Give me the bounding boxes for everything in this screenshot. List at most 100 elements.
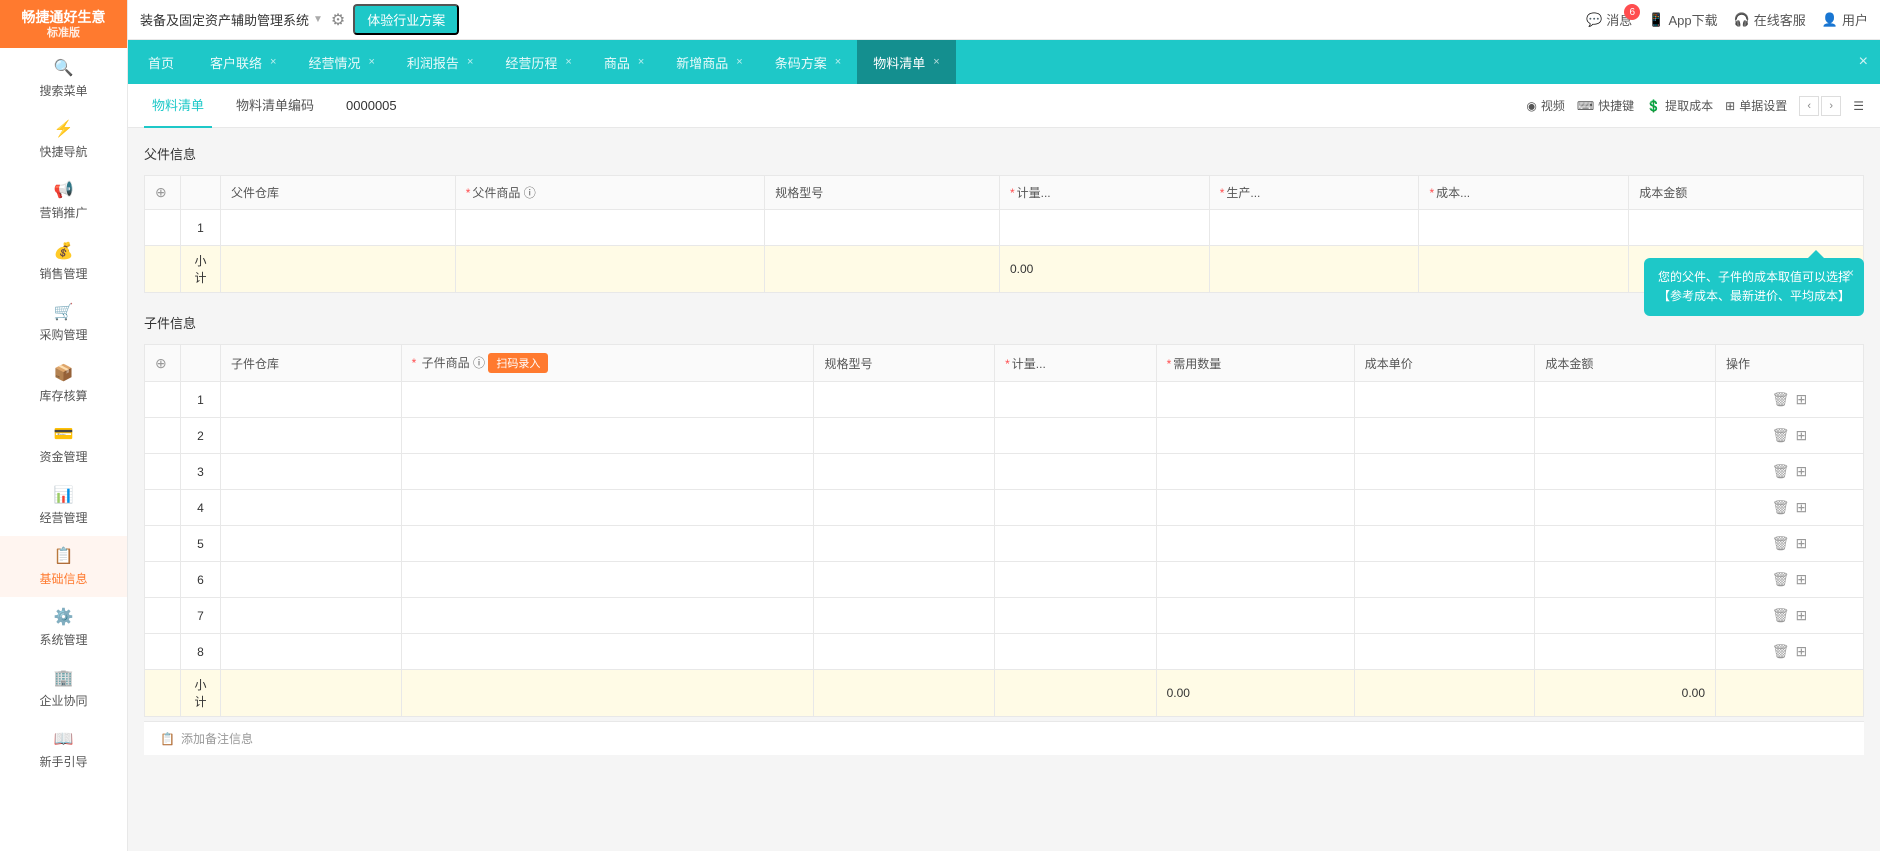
sidebar-item-basic-info[interactable]: 📋 基础信息 — [0, 536, 127, 597]
child-row-unit[interactable] — [995, 526, 1156, 562]
delete-row-icon[interactable]: 🗑 — [1772, 571, 1790, 588]
tab-barcode[interactable]: 条码方案 × — [759, 40, 857, 84]
child-row-warehouse[interactable] — [221, 382, 402, 418]
child-row-goods[interactable] — [401, 526, 814, 562]
child-row-unit[interactable] — [995, 598, 1156, 634]
child-row-warehouse[interactable] — [221, 634, 402, 670]
tooltip-close-button[interactable]: × — [1847, 264, 1854, 283]
sub-tab-bom-code[interactable]: 物料清单编码 — [228, 84, 322, 128]
child-row-unit[interactable] — [995, 490, 1156, 526]
parent-row-goods[interactable] — [455, 210, 765, 246]
child-row-spec[interactable] — [814, 454, 995, 490]
tab-profit-close[interactable]: × — [467, 56, 473, 68]
child-row-qty[interactable] — [1156, 418, 1354, 454]
parent-row-produce[interactable] — [1209, 210, 1419, 246]
sidebar-item-inventory[interactable]: 📦 库存核算 — [0, 353, 127, 414]
sidebar-item-system[interactable]: ⚙️ 系统管理 — [0, 597, 127, 658]
child-row-warehouse[interactable] — [221, 526, 402, 562]
child-row-unit[interactable] — [995, 418, 1156, 454]
copy-row-icon[interactable]: ⊞ — [1796, 571, 1808, 588]
child-row-unit-cost[interactable] — [1354, 634, 1535, 670]
child-row-goods[interactable] — [401, 598, 814, 634]
delete-row-icon[interactable]: 🗑 — [1772, 499, 1790, 516]
tab-ops-close[interactable]: × — [368, 56, 374, 68]
child-row-spec[interactable] — [814, 598, 995, 634]
child-row-goods[interactable] — [401, 382, 814, 418]
child-row-spec[interactable] — [814, 490, 995, 526]
copy-row-icon[interactable]: ⊞ — [1796, 535, 1808, 552]
child-row-goods[interactable] — [401, 418, 814, 454]
sidebar-item-guide[interactable]: 📖 新手引导 — [0, 719, 127, 780]
child-row-unit-cost[interactable] — [1354, 562, 1535, 598]
child-row-unit-cost[interactable] — [1354, 526, 1535, 562]
parent-row-unit[interactable] — [999, 210, 1209, 246]
child-row-warehouse[interactable] — [221, 598, 402, 634]
sidebar-item-operations[interactable]: 📊 经营管理 — [0, 475, 127, 536]
child-row-unit[interactable] — [995, 634, 1156, 670]
tab-new-goods-close[interactable]: × — [736, 56, 742, 68]
copy-row-icon[interactable]: ⊞ — [1796, 391, 1808, 408]
tab-goods[interactable]: 商品 × — [588, 40, 660, 84]
child-row-warehouse[interactable] — [221, 490, 402, 526]
child-row-unit-cost[interactable] — [1354, 382, 1535, 418]
online-service-button[interactable]: 🎧 在线客服 — [1734, 10, 1806, 29]
tab-customer-close[interactable]: × — [270, 56, 276, 68]
child-row-qty[interactable] — [1156, 382, 1354, 418]
child-row-goods[interactable] — [401, 490, 814, 526]
child-row-qty[interactable] — [1156, 634, 1354, 670]
delete-row-icon[interactable]: 🗑 — [1772, 643, 1790, 660]
child-settings-icon[interactable]: ⊕ — [155, 355, 167, 371]
tab-biz-history[interactable]: 经营历程 × — [489, 40, 587, 84]
tab-home[interactable]: 首页 — [128, 40, 194, 84]
user-button[interactable]: 👤 用户 — [1822, 10, 1868, 29]
child-row-qty[interactable] — [1156, 598, 1354, 634]
child-row-unit-cost[interactable] — [1354, 490, 1535, 526]
delete-row-icon[interactable]: 🗑 — [1772, 427, 1790, 444]
child-row-unit[interactable] — [995, 382, 1156, 418]
tab-barcode-close[interactable]: × — [835, 56, 841, 68]
child-row-unit-cost[interactable] — [1354, 454, 1535, 490]
gear-settings-icon[interactable]: ⚙ — [331, 10, 345, 30]
child-row-warehouse[interactable] — [221, 418, 402, 454]
copy-row-icon[interactable]: ⊞ — [1796, 427, 1808, 444]
scan-button[interactable]: 扫码录入 — [488, 353, 548, 373]
sidebar-item-purchase[interactable]: 🛒 采购管理 — [0, 292, 127, 353]
child-row-unit-cost[interactable] — [1354, 418, 1535, 454]
child-row-unit-cost[interactable] — [1354, 598, 1535, 634]
parent-row-cost[interactable] — [1419, 210, 1629, 246]
view-button[interactable]: ◉ 视频 — [1526, 97, 1565, 114]
delete-row-icon[interactable]: 🗑 — [1772, 535, 1790, 552]
sidebar-item-enterprise[interactable]: 🏢 企业协同 — [0, 658, 127, 719]
child-row-qty[interactable] — [1156, 490, 1354, 526]
delete-row-icon[interactable]: 🗑 — [1772, 391, 1790, 408]
sidebar-item-search[interactable]: 🔍 搜索菜单 — [0, 48, 127, 109]
child-row-spec[interactable] — [814, 382, 995, 418]
child-row-goods[interactable] — [401, 454, 814, 490]
sidebar-item-quick-nav[interactable]: ⚡ 快捷导航 — [0, 109, 127, 170]
tab-profit[interactable]: 利润报告 × — [391, 40, 489, 84]
child-row-spec[interactable] — [814, 634, 995, 670]
app-download-button[interactable]: 📱 App下载 — [1648, 10, 1717, 29]
child-row-warehouse[interactable] — [221, 454, 402, 490]
list-view-button[interactable]: ☰ — [1853, 99, 1864, 113]
single-setting-button[interactable]: ⊞ 单据设置 — [1725, 97, 1787, 114]
copy-row-icon[interactable]: ⊞ — [1796, 607, 1808, 624]
shortcut-button[interactable]: ⌨ 快捷键 — [1577, 97, 1634, 114]
child-row-goods[interactable] — [401, 562, 814, 598]
child-row-spec[interactable] — [814, 562, 995, 598]
tab-operations-status[interactable]: 经营情况 × — [292, 40, 390, 84]
message-button[interactable]: 💬 消息 6 — [1586, 10, 1632, 29]
parent-row-warehouse[interactable] — [221, 210, 456, 246]
child-row-qty[interactable] — [1156, 562, 1354, 598]
system-dropdown[interactable]: 装备及固定资产辅助管理系统 ▼ — [140, 10, 323, 29]
parent-row-spec[interactable] — [765, 210, 1000, 246]
child-row-goods[interactable] — [401, 634, 814, 670]
settings-icon[interactable]: ⊕ — [155, 184, 167, 200]
child-row-qty[interactable] — [1156, 454, 1354, 490]
child-row-spec[interactable] — [814, 418, 995, 454]
sidebar-item-sales[interactable]: 💰 销售管理 — [0, 231, 127, 292]
delete-row-icon[interactable]: 🗑 — [1772, 463, 1790, 480]
child-row-unit[interactable] — [995, 562, 1156, 598]
tab-bom[interactable]: 物料清单 × — [857, 40, 955, 84]
close-all-tabs-icon[interactable]: × — [1847, 40, 1880, 84]
